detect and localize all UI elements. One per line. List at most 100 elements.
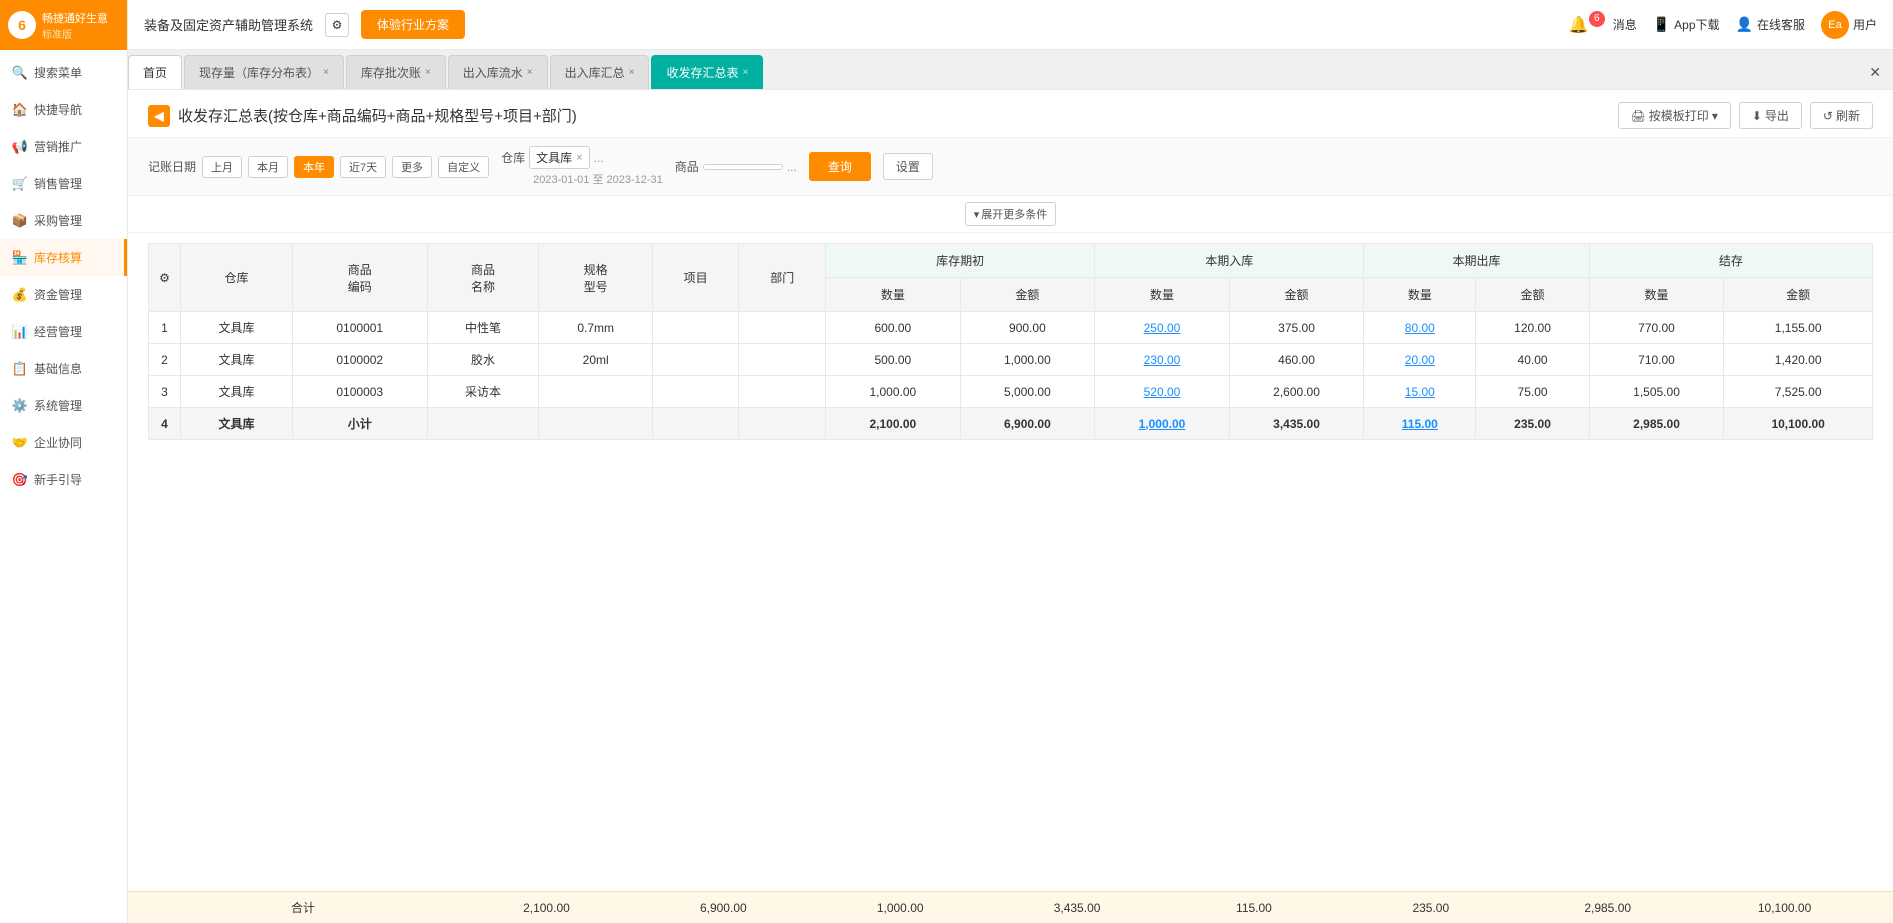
app-logo: 6 畅捷通好生意 标准版 [0, 0, 127, 50]
th-department: 部门 [739, 244, 826, 312]
th-opening-qty: 数量 [826, 278, 961, 312]
tab-close-inventory-dist[interactable]: × [323, 67, 329, 78]
filter-date-last-month[interactable]: 上月 [202, 156, 242, 178]
th-in-amt: 金额 [1229, 278, 1364, 312]
th-group-opening: 库存期初 [826, 244, 1095, 278]
inventory-icon: 🏪 [12, 250, 28, 266]
sidebar-item-baseinfo[interactable]: 📋 基础信息 [0, 350, 127, 387]
warehouse-tag-close[interactable]: × [576, 152, 582, 164]
tab-inout-flow[interactable]: 出入库流水 × [448, 55, 548, 89]
th-goods-spec: 规格型号 [539, 244, 652, 312]
th-group-out: 本期出库 [1364, 244, 1589, 278]
th-settings[interactable]: ⚙ [149, 244, 181, 312]
date-filter: 记账日期 上月 本月 本年 近7天 更多 自定义 [148, 156, 489, 178]
th-in-qty: 数量 [1095, 278, 1230, 312]
sidebar-item-guide[interactable]: 🎯 新手引导 [0, 461, 127, 498]
th-out-qty: 数量 [1364, 278, 1476, 312]
user-avatar-btn[interactable]: Ea 用户 [1821, 11, 1877, 39]
sidebar-item-system[interactable]: ⚙️ 系统管理 [0, 387, 127, 424]
app-download-btn[interactable]: 📱 App下载 [1653, 16, 1720, 33]
operation-icon: 📊 [12, 324, 28, 340]
tab-home[interactable]: 首页 [128, 55, 182, 89]
query-btn[interactable]: 查询 [809, 152, 871, 181]
sidebar: 6 畅捷通好生意 标准版 🔍 搜索菜单 🏠 快捷导航 📢 营销推广 🛒 销售管理… [0, 0, 128, 923]
refresh-btn[interactable]: ↺ 刷新 [1810, 102, 1873, 129]
tab-close-inout-flow[interactable]: × [527, 67, 533, 78]
th-warehouse: 仓库 [181, 244, 293, 312]
home-icon: 🏠 [12, 102, 28, 118]
sidebar-item-finance[interactable]: 💰 资金管理 [0, 276, 127, 313]
tab-inout-summary[interactable]: 出入库汇总 × [550, 55, 650, 89]
expand-icon: ▾ [974, 208, 980, 221]
tab-batch-ledger[interactable]: 库存批次账 × [346, 55, 446, 89]
topbar: 装备及固定资产辅助管理系统 ⚙ 体验行业方案 🔔 6 home 消息 📱 App… [128, 0, 1893, 50]
tab-close-inout-summary[interactable]: × [629, 67, 635, 78]
print-icon: 🖨 [1631, 109, 1646, 123]
table-row: 1 文具库 0100001 中性笔 0.7mm 600.00 900.00 25… [149, 312, 1873, 344]
finance-icon: 💰 [12, 287, 28, 303]
notification-btn[interactable]: 🔔 6 home 消息 [1569, 15, 1637, 35]
sidebar-item-sales[interactable]: 🛒 销售管理 [0, 165, 127, 202]
notification-badge: 6 [1589, 11, 1605, 27]
system-name: 装备及固定资产辅助管理系统 [144, 15, 313, 34]
th-goods-code: 商品编码 [292, 244, 427, 312]
sidebar-nav: 🔍 搜索菜单 🏠 快捷导航 📢 营销推广 🛒 销售管理 📦 采购管理 🏪 库存核… [0, 50, 127, 923]
logo-icon: 6 [8, 11, 36, 39]
tabbar: 首页 现存量（库存分布表） × 库存批次账 × 出入库流水 × 出入库汇总 × … [128, 50, 1893, 90]
tab-receive-summary[interactable]: 收发存汇总表 × [651, 55, 763, 89]
tab-close-receive-summary[interactable]: × [742, 67, 748, 78]
main-area: 装备及固定资产辅助管理系统 ⚙ 体验行业方案 🔔 6 home 消息 📱 App… [128, 0, 1893, 923]
tab-inventory-dist[interactable]: 现存量（库存分布表） × [184, 55, 344, 89]
filter-date-custom[interactable]: 自定义 [438, 156, 489, 178]
sidebar-item-operation[interactable]: 📊 经营管理 [0, 313, 127, 350]
sidebar-item-search[interactable]: 🔍 搜索菜单 [0, 54, 127, 91]
th-balance-amt: 金额 [1724, 278, 1873, 312]
sidebar-item-purchase[interactable]: 📦 采购管理 [0, 202, 127, 239]
filter-date-7days[interactable]: 近7天 [340, 156, 386, 178]
goods-label: 商品 [675, 158, 699, 175]
goods-more-btn[interactable]: ... [787, 160, 797, 174]
filter-date-this-month[interactable]: 本月 [248, 156, 288, 178]
baseinfo-icon: 📋 [12, 361, 28, 377]
refresh-icon: ↺ [1823, 109, 1833, 123]
footer-total-bar: 合计 2,100.00 6,900.00 1,000.00 3,435.00 1… [128, 891, 1893, 923]
bell-icon: 🔔 [1569, 15, 1589, 35]
close-page-btn[interactable]: ✕ [1857, 56, 1893, 89]
filter-date-this-year[interactable]: 本年 [294, 156, 334, 178]
total-opening-qty: 2,100.00 [458, 901, 635, 915]
purchase-icon: 📦 [12, 213, 28, 229]
th-group-in: 本期入库 [1095, 244, 1364, 278]
expand-conditions-row: ▾ 展开更多条件 [128, 196, 1893, 233]
sidebar-item-quicknav[interactable]: 🏠 快捷导航 [0, 91, 127, 128]
print-btn[interactable]: 🖨 按模板打印 ▾ [1618, 102, 1731, 129]
marketing-icon: 📢 [12, 139, 28, 155]
footer-values: 2,100.00 6,900.00 1,000.00 3,435.00 115.… [458, 901, 1873, 915]
content-area: ◀ 收发存汇总表(按仓库+商品编码+商品+规格型号+项目+部门) 🖨 按模板打印… [128, 90, 1893, 923]
trial-btn[interactable]: 体验行业方案 [361, 10, 465, 39]
settings-btn[interactable]: 设置 [883, 153, 933, 180]
tab-close-batch-ledger[interactable]: × [425, 67, 431, 78]
filter-area: 记账日期 上月 本月 本年 近7天 更多 自定义 仓库 文具库 × [128, 137, 1893, 196]
phone-icon: 📱 [1653, 16, 1670, 33]
sidebar-item-inventory[interactable]: 🏪 库存核算 [0, 239, 127, 276]
guide-icon: 🎯 [12, 472, 28, 488]
warehouse-more-btn[interactable]: ... [594, 151, 604, 165]
settings-icon[interactable]: ⚙ [325, 13, 349, 37]
online-service-btn[interactable]: 👤 在线客服 [1736, 16, 1805, 33]
export-btn[interactable]: ⬇ 导出 [1739, 102, 1802, 129]
user-avatar: Ea [1821, 11, 1849, 39]
table-row: 3 文具库 0100003 采访本 1,000.00 5,000.00 520.… [149, 376, 1873, 408]
chevron-down-icon: ▾ [1712, 109, 1718, 123]
goods-filter: 商品 ... [675, 158, 797, 175]
total-out-amt: 235.00 [1342, 901, 1519, 915]
expand-conditions-btn[interactable]: ▾ 展开更多条件 [965, 202, 1057, 226]
search-icon: 🔍 [12, 65, 28, 81]
th-group-balance: 结存 [1589, 244, 1872, 278]
collapse-btn[interactable]: ◀ [148, 105, 170, 127]
warehouse-tag: 文具库 [536, 149, 572, 166]
total-out-qty: 115.00 [1166, 901, 1343, 915]
sidebar-item-marketing[interactable]: 📢 营销推广 [0, 128, 127, 165]
filter-date-more[interactable]: 更多 [392, 156, 432, 178]
total-balance-qty: 2,985.00 [1519, 901, 1696, 915]
sidebar-item-enterprise[interactable]: 🤝 企业协同 [0, 424, 127, 461]
